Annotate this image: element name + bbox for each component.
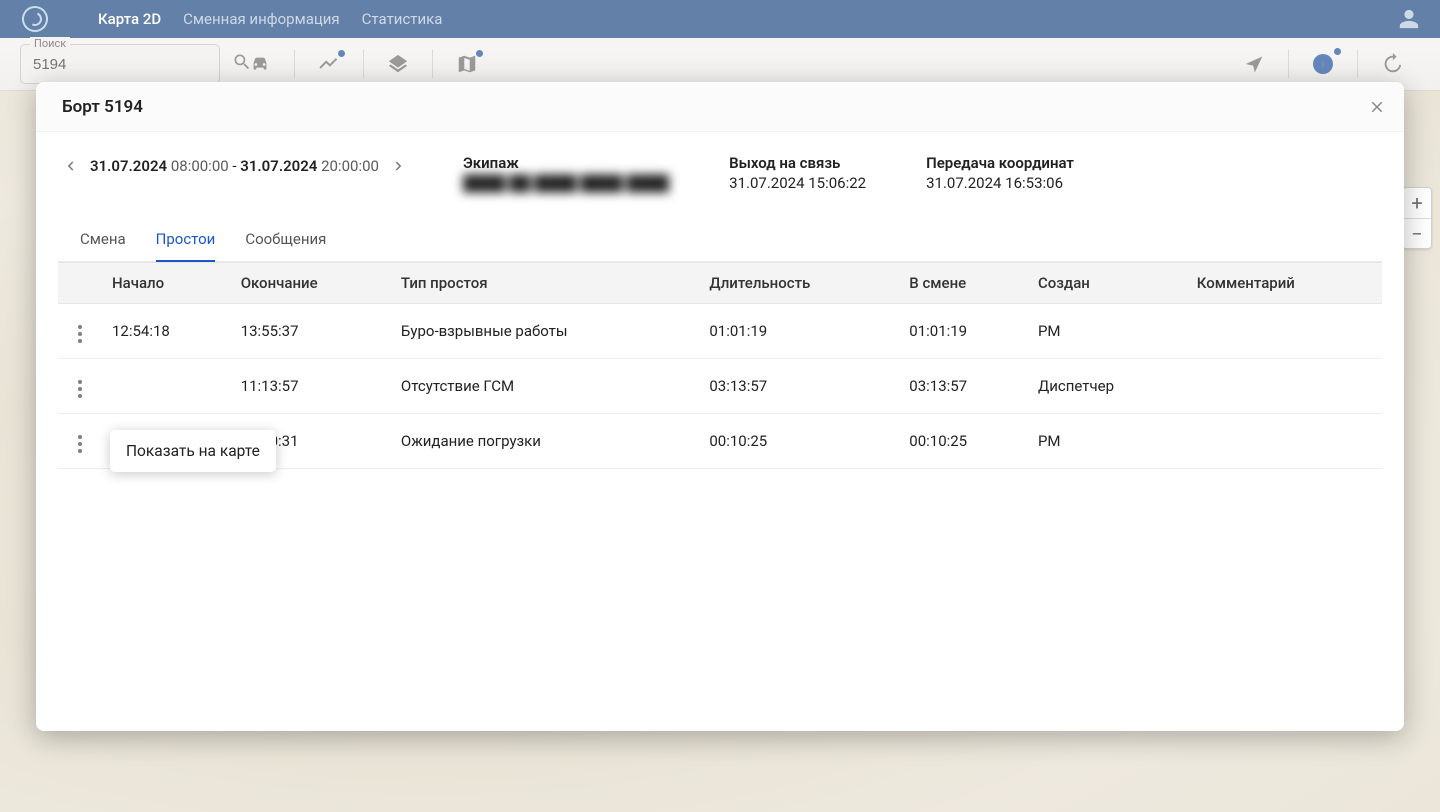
row-context-menu[interactable]: Показать на карте [110,430,276,472]
crew-info: Экипаж ████ ██ ████ ████ ████ [463,154,669,192]
modal-tabs: Смена Простои Сообщения [58,220,1382,262]
cell-comment [1187,414,1382,469]
col-end: Окончание [231,263,391,304]
cell-inshift: 00:10:25 [899,414,1028,469]
cell-duration: 03:13:57 [699,359,899,414]
col-created: Создан [1028,263,1187,304]
modal-title: Борт 5194 [62,97,143,117]
row-menu-button[interactable] [70,321,90,347]
close-button[interactable] [1368,98,1386,116]
tab-idle[interactable]: Простои [156,220,216,262]
cell-end: 13:55:37 [231,304,391,359]
shift-range: 31.07.2024 08:00:00 - 31.07.2024 20:00:0… [90,157,379,175]
cell-inshift: 01:01:19 [899,304,1028,359]
table-row: 12:54:1813:55:37Буро-взрывные работы01:0… [58,304,1382,359]
cell-inshift: 03:13:57 [899,359,1028,414]
cell-start: 12:54:18 [102,304,231,359]
modal-header: Борт 5194 [36,82,1404,132]
col-comment: Комментарий [1187,263,1382,304]
next-shift-button[interactable] [387,154,411,178]
cell-created: РМ [1028,304,1187,359]
cell-created: РМ [1028,414,1187,469]
cell-created: Диспетчер [1028,359,1187,414]
last-contact-info: Выход на связь 31.07.2024 15:06:22 [729,154,866,192]
tab-messages[interactable]: Сообщения [245,220,326,261]
table-row: 11:13:57Отсутствие ГСМ03:13:5703:13:57Ди… [58,359,1382,414]
cell-type: Буро-взрывные работы [391,304,699,359]
vehicle-modal: Борт 5194 31.07.2024 08:00:00 - 31.07.20… [36,82,1404,731]
cell-type: Ожидание погрузки [391,414,699,469]
tab-shift[interactable]: Смена [80,220,126,261]
cell-comment [1187,304,1382,359]
cell-comment [1187,359,1382,414]
cell-duration: 01:01:19 [699,304,899,359]
col-duration: Длительность [699,263,899,304]
row-menu-button[interactable] [70,376,90,402]
cell-start [102,359,231,414]
col-inshift: В смене [899,263,1028,304]
coords-info: Передача координат 31.07.2024 16:53:06 [926,154,1074,192]
cell-duration: 00:10:25 [699,414,899,469]
row-menu-button[interactable] [70,431,90,457]
cell-type: Отсутствие ГСМ [391,359,699,414]
col-type: Тип простоя [391,263,699,304]
col-start: Начало [102,263,231,304]
cell-end: 11:13:57 [231,359,391,414]
prev-shift-button[interactable] [58,154,82,178]
